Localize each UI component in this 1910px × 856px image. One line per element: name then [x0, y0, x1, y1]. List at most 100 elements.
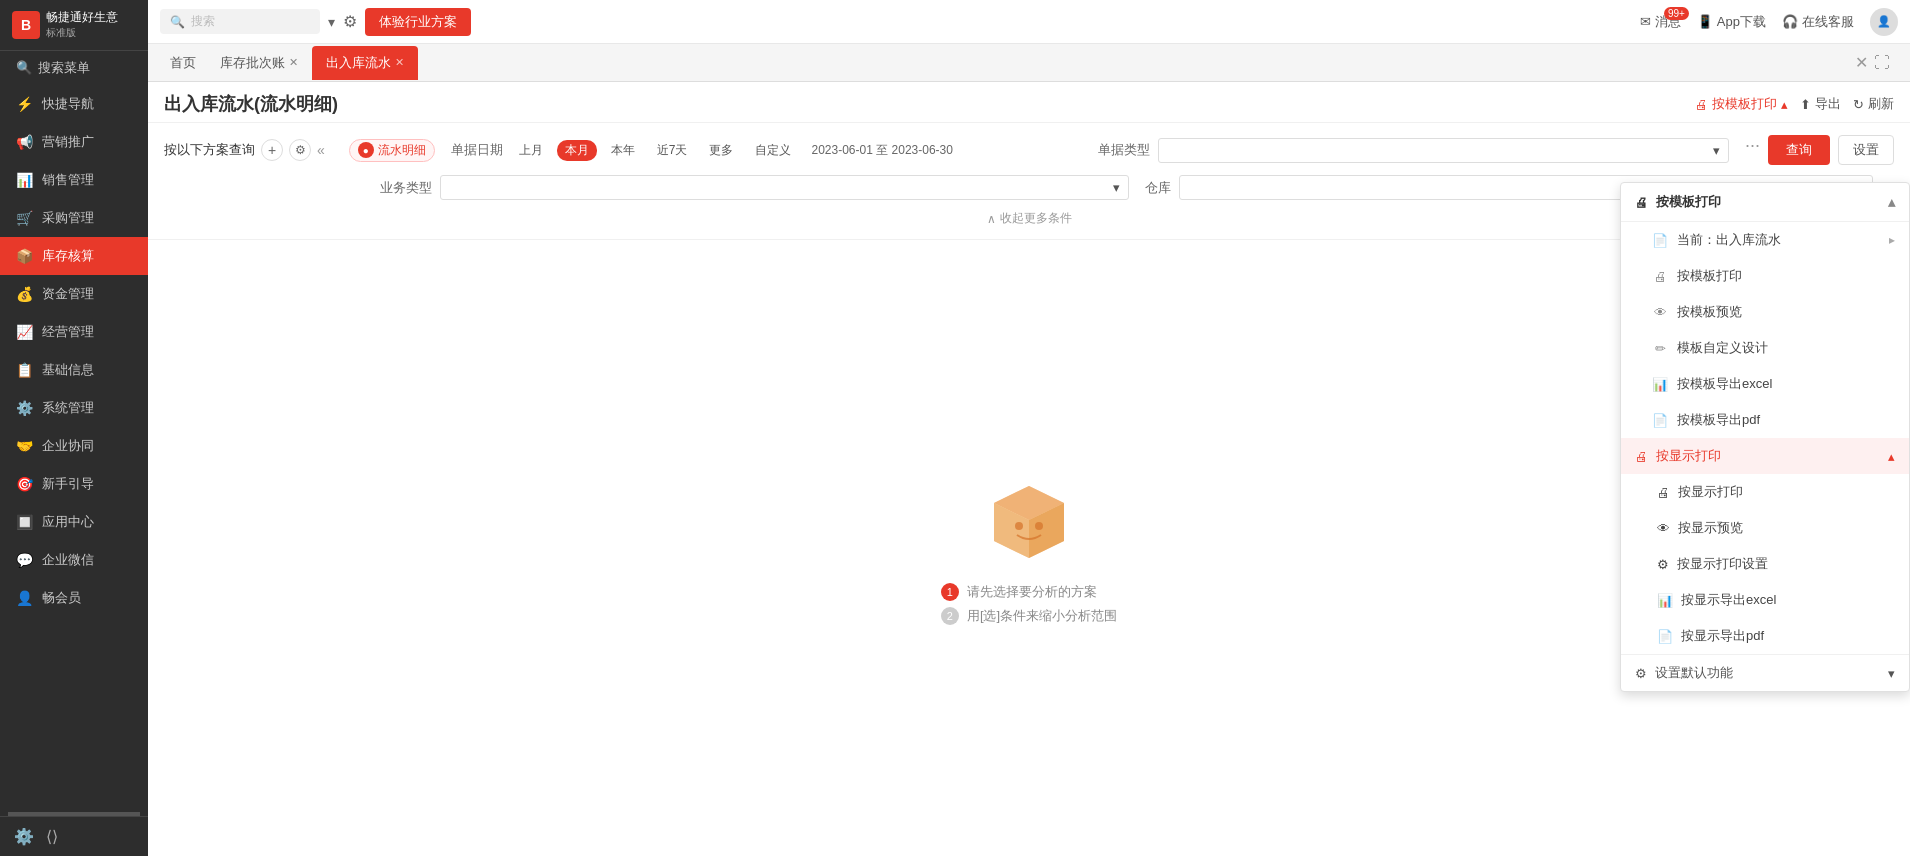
default-settings-label: 设置默认功能 [1655, 664, 1733, 682]
search-label-group: 按以下方案查询 + ⚙ « [164, 139, 325, 161]
sidebar-item-finance[interactable]: 💰 资金管理 [0, 275, 148, 313]
dropdown-display-preview[interactable]: 👁 按显示预览 [1621, 510, 1909, 546]
collapse-label: 收起更多条件 [1000, 210, 1072, 227]
date-tab-this-year[interactable]: 本年 [603, 140, 643, 161]
sidebar-item-purchase[interactable]: 🛒 采购管理 [0, 199, 148, 237]
app-download-btn[interactable]: 📱 App下载 [1697, 13, 1766, 31]
dropdown-template-custom[interactable]: ✏ 模板自定义设计 [1621, 330, 1909, 366]
dropdown-display-print-settings[interactable]: ⚙ 按显示打印设置 [1621, 546, 1909, 582]
dropdown-display-excel[interactable]: 📊 按显示导出excel [1621, 582, 1909, 618]
date-tab-7days[interactable]: 近7天 [649, 140, 696, 161]
date-tab-custom[interactable]: 自定义 [747, 140, 799, 161]
sidebar-item-basic[interactable]: 📋 基础信息 [0, 351, 148, 389]
print-dropdown-panel: 🖨 按模板打印 ▴ 📄 当前：出入库流水 ▸ 🖨 按模板打印 👁 按模板预览 [1620, 182, 1910, 692]
print-dropdown-arrow[interactable]: ▴ [1781, 97, 1788, 112]
date-tab-last-month[interactable]: 上月 [511, 140, 551, 161]
search-collapse-btn[interactable]: « [317, 142, 325, 158]
app-version: 标准版 [46, 26, 118, 40]
window-maximize-btn[interactable]: ⛶ [1874, 54, 1890, 72]
print-template-label: 按模板打印 [1712, 95, 1777, 113]
sidebar-item-wechat[interactable]: 💬 企业微信 [0, 541, 148, 579]
dropdown-template-pdf[interactable]: 📄 按模板导出pdf [1621, 402, 1909, 438]
step-1-num: 1 [941, 583, 959, 601]
tab-stock-flow[interactable]: 出入库流水 ✕ [312, 46, 418, 80]
template-print-section-header[interactable]: 🖨 按模板打印 ▴ [1621, 183, 1909, 221]
export-btn[interactable]: ⬆ 导出 [1800, 95, 1841, 113]
voucher-type-select[interactable]: ▾ [1158, 138, 1729, 163]
date-range: 2023-06-01 至 2023-06-30 [811, 142, 952, 159]
basic-icon: 📋 [14, 362, 34, 378]
sidebar-label-enterprise: 企业协同 [42, 437, 94, 455]
header-search-box[interactable]: 🔍 搜索 [160, 9, 320, 34]
collapse-up-icon: ∧ [987, 212, 996, 226]
template-custom-label: 模板自定义设计 [1677, 339, 1768, 357]
sidebar-logo: B 畅捷通好生意 标准版 [0, 0, 148, 51]
sidebar-item-app-center[interactable]: 🔲 应用中心 [0, 503, 148, 541]
dropdown-template-preview[interactable]: 👁 按模板预览 [1621, 294, 1909, 330]
svg-point-5 [1035, 522, 1043, 530]
dropdown-display-print[interactable]: 🖨 按显示打印 [1621, 474, 1909, 510]
query-btn[interactable]: 查询 [1768, 135, 1830, 165]
dropdown-template-print[interactable]: 🖨 按模板打印 [1621, 258, 1909, 294]
tab-batch-account-close[interactable]: ✕ [289, 56, 298, 69]
collapse-btn[interactable]: ∧ 收起更多条件 [987, 210, 1072, 227]
dropdown-footer[interactable]: ⚙ 设置默认功能 ▾ [1621, 654, 1909, 691]
app-download-label: App下载 [1717, 13, 1766, 31]
template-preview-label: 按模板预览 [1677, 303, 1742, 321]
tab-batch-account[interactable]: 库存批次账 ✕ [206, 46, 312, 80]
biz-type-select[interactable]: ▾ [440, 175, 1129, 200]
display-print-title: 按显示打印 [1656, 447, 1721, 465]
sidebar-search[interactable]: 🔍 搜索菜单 [0, 51, 148, 85]
warehouse-label: 仓库 [1145, 179, 1171, 197]
tab-stock-flow-close[interactable]: ✕ [395, 56, 404, 69]
sidebar-item-sales[interactable]: 📊 销售管理 [0, 161, 148, 199]
sidebar-item-marketing[interactable]: 📢 营销推广 [0, 123, 148, 161]
dropdown-current-item[interactable]: 📄 当前：出入库流水 ▸ [1621, 222, 1909, 258]
display-preview-label: 按显示预览 [1678, 519, 1743, 537]
enterprise-icon: 🤝 [14, 438, 34, 454]
step-1-text: 请先选择要分析的方案 [967, 583, 1097, 601]
window-close-btn[interactable]: ✕ [1855, 53, 1868, 72]
sidebar-item-operation[interactable]: 📈 经营管理 [0, 313, 148, 351]
search-add-btn[interactable]: + [261, 139, 283, 161]
header-search-dropdown[interactable]: ▾ [328, 14, 335, 30]
header-gear-icon[interactable]: ⚙ [343, 12, 357, 31]
user-avatar[interactable]: 👤 [1870, 8, 1898, 36]
date-tabs: 上月 本月 本年 近7天 更多 自定义 [511, 140, 800, 161]
page-header-actions: 🖨 按模板打印 ▴ ⬆ 导出 ↻ 刷新 [1695, 95, 1894, 113]
member-icon: 👤 [14, 590, 34, 606]
sidebar-label-purchase: 采购管理 [42, 209, 94, 227]
empty-step-1: 1 请先选择要分析的方案 [941, 583, 1117, 601]
sidebar-item-inventory[interactable]: 📦 库存核算 [0, 237, 148, 275]
sidebar-item-enterprise[interactable]: 🤝 企业协同 [0, 427, 148, 465]
export-icon: ⬆ [1800, 97, 1811, 112]
sidebar-item-guide[interactable]: 🎯 新手引导 [0, 465, 148, 503]
date-tab-more[interactable]: 更多 [701, 140, 741, 161]
sidebar: B 畅捷通好生意 标准版 🔍 搜索菜单 ⚡ 快捷导航 📢 营销推广 📊 销售管理… [0, 0, 148, 856]
sidebar-item-member[interactable]: 👤 畅会员 [0, 579, 148, 617]
printer-icon: 🖨 [1695, 97, 1708, 112]
empty-illustration [979, 471, 1079, 571]
date-tab-this-month[interactable]: 本月 [557, 140, 597, 161]
online-service-btn[interactable]: 🎧 在线客服 [1782, 13, 1854, 31]
quick-nav-icon: ⚡ [14, 96, 34, 112]
tab-home[interactable]: 首页 [160, 46, 206, 80]
trial-btn[interactable]: 体验行业方案 [365, 8, 471, 36]
search-label: 搜索菜单 [38, 59, 90, 77]
dropdown-display-pdf[interactable]: 📄 按显示导出pdf [1621, 618, 1909, 654]
search-settings-btn[interactable]: ⚙ [289, 139, 311, 161]
sidebar-item-system[interactable]: ⚙️ 系统管理 [0, 389, 148, 427]
message-btn[interactable]: ✉ 消息 99+ [1640, 13, 1681, 31]
current-item-label: 当前：出入库流水 [1677, 231, 1781, 249]
display-pdf-label: 按显示导出pdf [1681, 627, 1764, 645]
sidebar-item-quick-nav[interactable]: ⚡ 快捷导航 [0, 85, 148, 123]
collapse-footer-icon[interactable]: ⟨⟩ [46, 827, 58, 846]
settings-footer-icon[interactable]: ⚙️ [14, 827, 34, 846]
dropdown-template-excel[interactable]: 📊 按模板导出excel [1621, 366, 1909, 402]
more-options-btn[interactable]: ··· [1745, 135, 1760, 165]
settings-btn[interactable]: 设置 [1838, 135, 1894, 165]
display-print-section-header[interactable]: 🖨 按显示打印 ▴ [1621, 438, 1909, 474]
template-excel-icon: 📊 [1651, 377, 1669, 392]
refresh-btn[interactable]: ↻ 刷新 [1853, 95, 1894, 113]
print-template-btn[interactable]: 🖨 按模板打印 ▴ [1695, 95, 1788, 113]
